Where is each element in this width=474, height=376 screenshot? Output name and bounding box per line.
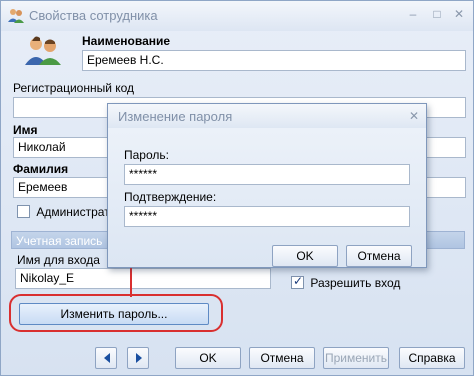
highlight-ring [9, 294, 223, 332]
change-password-dialog: Изменение пароля ✕ Пароль: ****** Подтве… [107, 103, 427, 268]
password-field[interactable]: ****** [124, 164, 410, 185]
dialog-close-button[interactable]: ✕ [406, 108, 422, 124]
window-title: Свойства сотрудника [29, 8, 158, 23]
confirm-field[interactable]: ****** [124, 206, 410, 227]
next-button[interactable] [127, 347, 149, 369]
previous-button[interactable] [95, 347, 117, 369]
name-field[interactable]: Еремеев Н.С. [82, 50, 466, 71]
allow-login-checkbox[interactable] [291, 274, 304, 290]
apply-button[interactable]: Применить [323, 347, 389, 369]
dialog-ok-button[interactable]: OK [272, 245, 338, 267]
dialog-cancel-button[interactable]: Отмена [346, 245, 412, 267]
users-icon [8, 9, 24, 23]
name-label: Наименование [82, 34, 171, 48]
arrow-right-icon [136, 353, 142, 363]
minimize-button[interactable]: – [403, 5, 423, 23]
login-field[interactable]: Nikolay_E [15, 268, 271, 289]
dialog-title-bar: Изменение пароля ✕ [108, 104, 426, 128]
close-button[interactable]: ✕ [449, 5, 469, 23]
arrow-left-icon [104, 353, 110, 363]
allow-login-row[interactable]: Разрешить вход [291, 274, 401, 290]
login-label: Имя для входа [17, 253, 100, 267]
first-name-label: Имя [13, 123, 38, 137]
users-icon [25, 36, 61, 65]
maximize-button[interactable]: □ [427, 5, 447, 23]
password-label: Пароль: [124, 148, 169, 162]
account-group-title: Учетная запись [16, 234, 103, 248]
admin-checkbox[interactable] [17, 205, 30, 219]
dialog-title: Изменение пароля [118, 109, 233, 124]
cancel-button[interactable]: Отмена [249, 347, 315, 369]
reg-code-label: Регистрационный код [13, 81, 135, 95]
confirm-label: Подтверждение: [124, 190, 217, 204]
ok-button[interactable]: OK [175, 347, 241, 369]
help-button[interactable]: Справка [399, 347, 465, 369]
allow-login-label: Разрешить вход [310, 275, 401, 290]
last-name-label: Фамилия [13, 162, 69, 176]
title-bar: Свойства сотрудника – □ ✕ [1, 1, 473, 31]
